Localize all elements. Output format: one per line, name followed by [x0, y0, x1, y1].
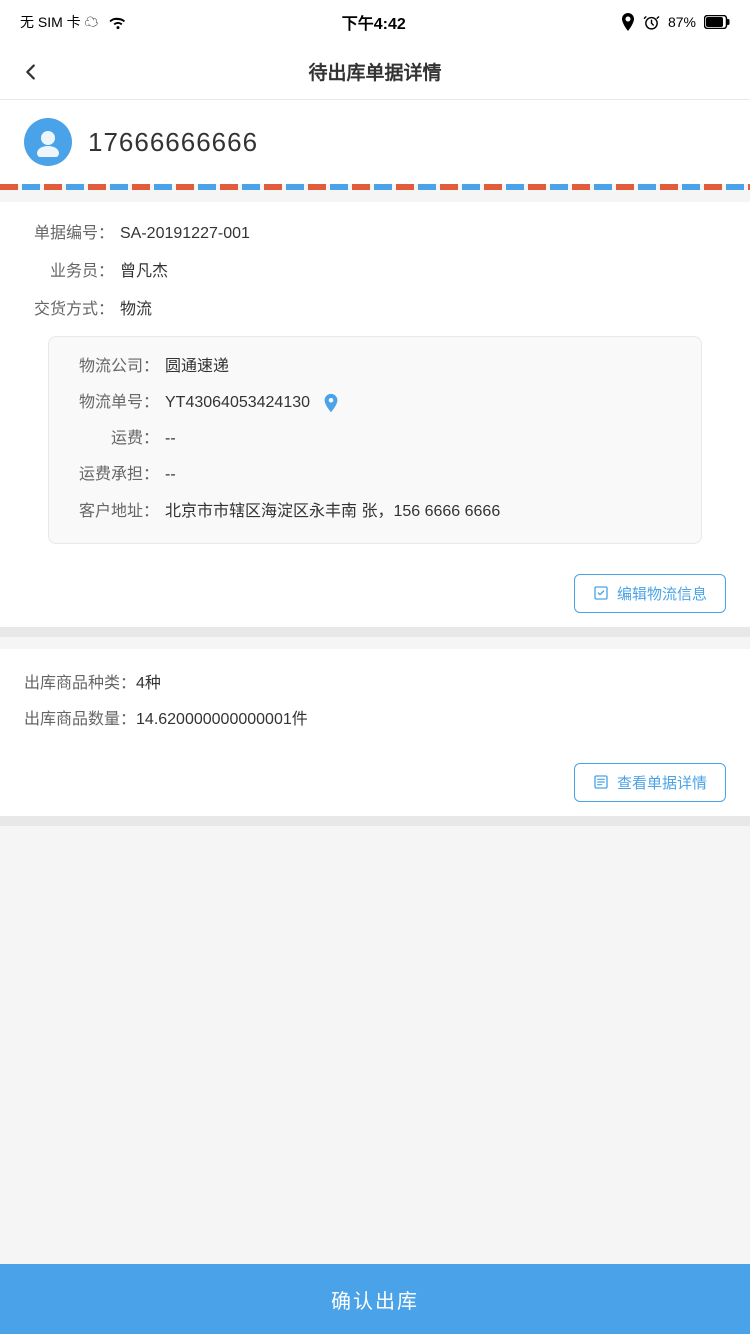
map-pin-icon[interactable]: [320, 392, 342, 414]
document-info-section: 单据编号： SA-20191227-001 业务员： 曾凡杰 交货方式： 物流 …: [0, 202, 750, 627]
doc-number-value: SA-20191227-001: [120, 222, 726, 246]
freight-row: 运费： --: [69, 427, 681, 451]
address-label: 客户地址：: [69, 500, 159, 524]
user-header: 17666666666: [0, 100, 750, 184]
confirm-button[interactable]: 确认出库: [0, 1264, 750, 1334]
freight-label: 运费：: [69, 427, 159, 451]
battery-icon: [704, 15, 730, 29]
doc-number-row: 单据编号： SA-20191227-001: [24, 222, 726, 246]
location-status-icon: [621, 13, 635, 31]
alarm-icon: [643, 14, 660, 31]
edit-logistics-button[interactable]: 编辑物流信息: [574, 574, 726, 613]
list-icon: [593, 774, 609, 790]
logistics-company-value: 圆通速递: [165, 355, 681, 379]
battery-percent: 87%: [668, 14, 696, 30]
user-phone: 17666666666: [88, 127, 258, 158]
logistics-tracking-label: 物流单号：: [69, 391, 159, 415]
salesman-label: 业务员：: [24, 260, 114, 284]
address-row: 客户地址： 北京市市辖区海淀区永丰南 张，156 6666 6666: [69, 499, 681, 525]
freight-bearer-value: --: [165, 463, 681, 487]
salesman-value: 曾凡杰: [120, 260, 726, 284]
status-time: 下午4:42: [342, 10, 406, 34]
status-left: 无 SIM 卡 ☁: [20, 12, 127, 32]
view-detail-label: 查看单据详情: [617, 772, 707, 793]
confirm-button-label: 确认出库: [331, 1285, 419, 1314]
dashed-divider: [0, 184, 750, 190]
section-divider-2: [0, 816, 750, 826]
avatar: [24, 118, 72, 166]
goods-type-label: 出库商品种类：: [24, 669, 136, 693]
view-detail-row: 查看单据详情: [0, 749, 750, 816]
tracking-number: YT43064053424130: [165, 391, 310, 415]
edit-icon: [593, 585, 609, 601]
tracking-row: YT43064053424130: [159, 391, 342, 415]
section-divider-1: [0, 627, 750, 637]
doc-number-label: 单据编号：: [24, 222, 114, 246]
page-title: 待出库单据详情: [308, 58, 441, 85]
freight-bearer-row: 运费承担： --: [69, 463, 681, 487]
freight-value: --: [165, 427, 681, 451]
salesman-row: 业务员： 曾凡杰: [24, 260, 726, 284]
goods-type-row: 出库商品种类： 4种: [24, 669, 726, 693]
status-right: 87%: [621, 13, 730, 31]
logistics-tracking-row: 物流单号： YT43064053424130: [69, 391, 681, 415]
goods-type-value: 4种: [136, 669, 161, 693]
goods-quantity-value: 14.620000000000001件: [136, 705, 308, 729]
edit-logistics-label: 编辑物流信息: [617, 583, 707, 604]
delivery-value: 物流: [120, 298, 726, 322]
delivery-label: 交货方式：: [24, 298, 114, 322]
goods-section: 出库商品种类： 4种 出库商品数量： 14.620000000000001件: [0, 649, 750, 749]
logistics-card: 物流公司： 圆通速递 物流单号： YT43064053424130 运费： --…: [48, 336, 702, 544]
back-button[interactable]: [20, 61, 42, 83]
edit-btn-row: 编辑物流信息: [0, 560, 750, 627]
wifi-icon: [109, 15, 127, 29]
freight-bearer-label: 运费承担：: [69, 463, 159, 487]
status-bar: 无 SIM 卡 ☁ 下午4:42 87%: [0, 0, 750, 44]
delivery-row: 交货方式： 物流: [24, 298, 726, 322]
address-value: 北京市市辖区海淀区永丰南 张，156 6666 6666: [165, 499, 681, 525]
view-detail-button[interactable]: 查看单据详情: [574, 763, 726, 802]
logistics-company-row: 物流公司： 圆通速递: [69, 355, 681, 379]
bottom-spacer: [0, 826, 750, 976]
goods-quantity-row: 出库商品数量： 14.620000000000001件: [24, 705, 726, 729]
logistics-company-label: 物流公司：: [69, 355, 159, 379]
sim-label: 无 SIM 卡 ☁: [20, 12, 99, 32]
nav-bar: 待出库单据详情: [0, 44, 750, 100]
goods-quantity-label: 出库商品数量：: [24, 705, 136, 729]
